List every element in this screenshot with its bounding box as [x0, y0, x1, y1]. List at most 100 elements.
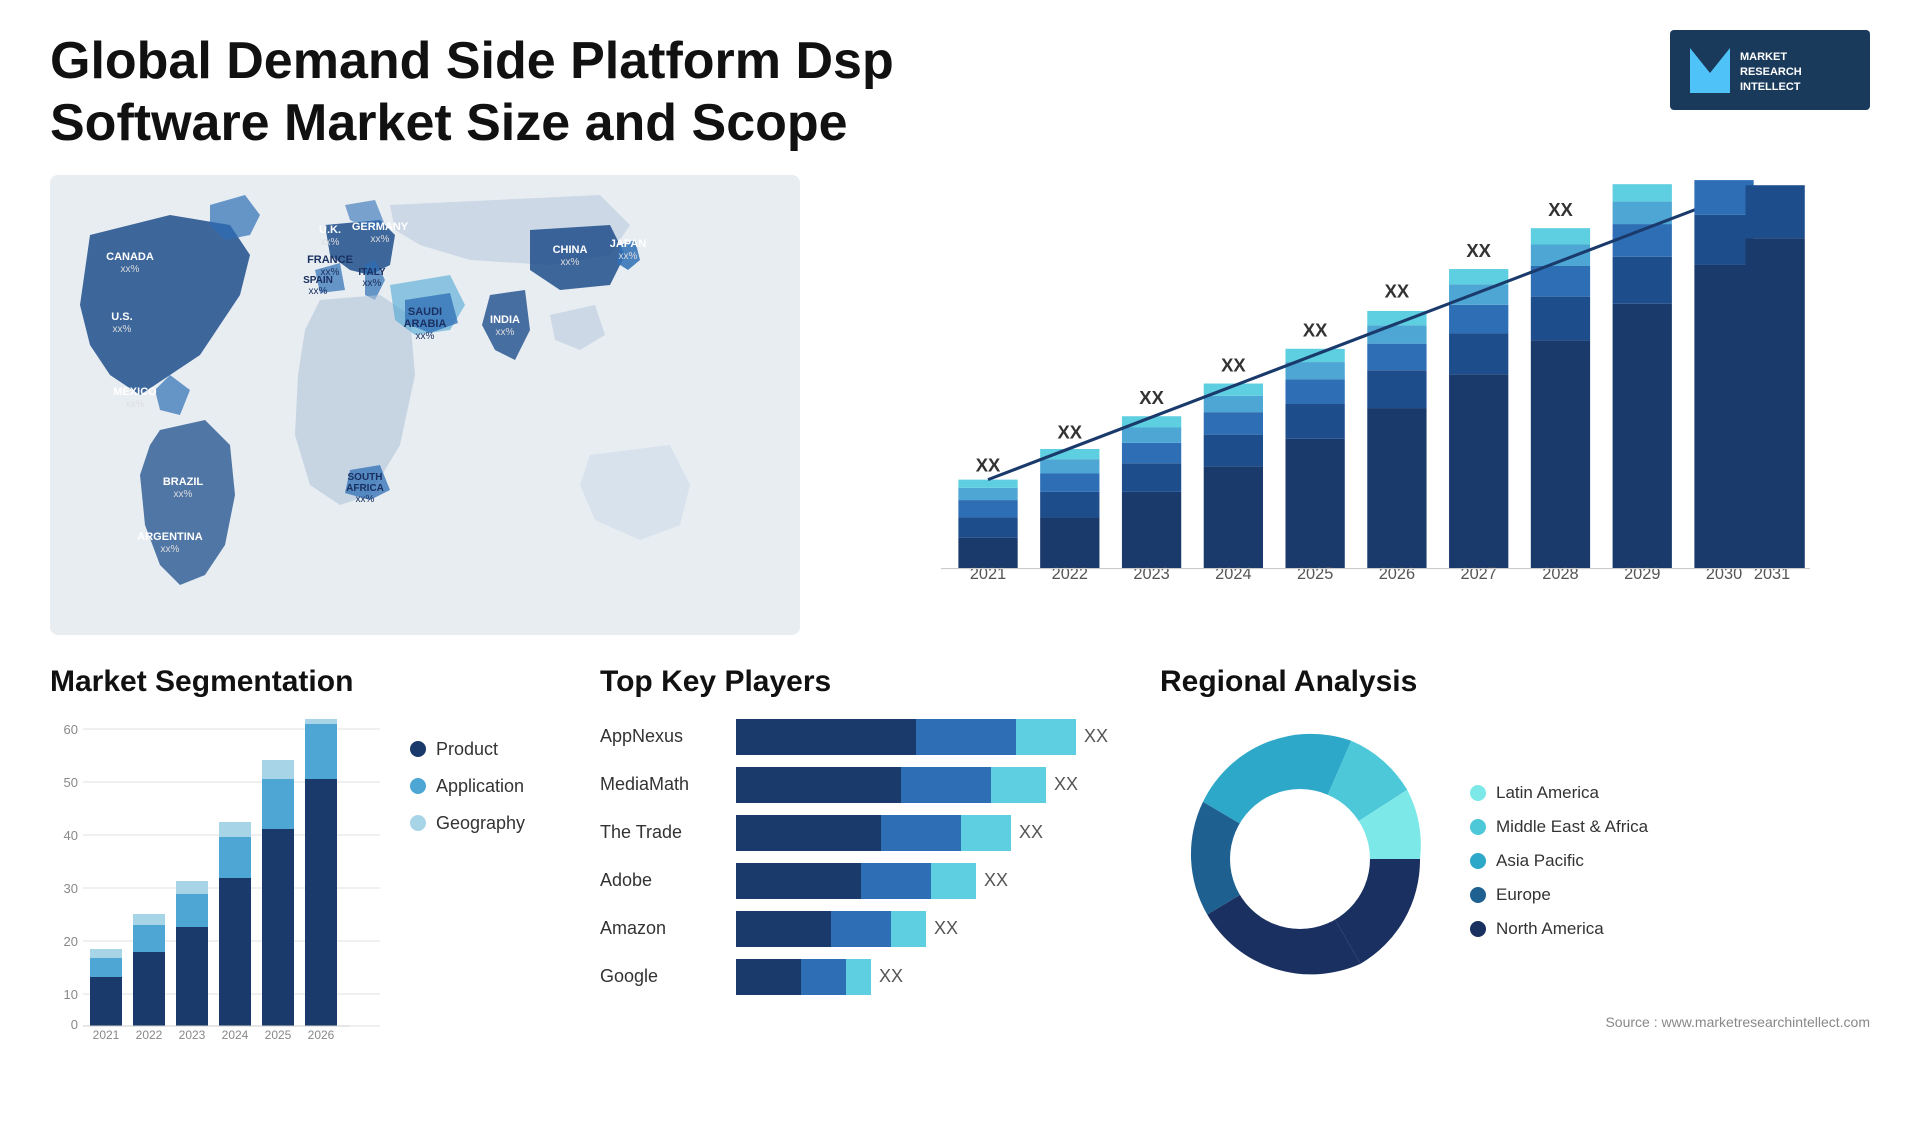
key-players-title: Top Key Players	[600, 665, 1130, 699]
bar-2025-seg3	[1285, 379, 1344, 404]
seg-chart-area: 60 50 40 30 20 10 0	[50, 719, 390, 1044]
player-xx-google: XX	[879, 966, 903, 987]
player-bar-amazon	[736, 911, 926, 947]
bar-2022-seg3	[1040, 473, 1099, 491]
bar-2026-seg2	[1367, 370, 1426, 408]
bar-seg3	[1016, 719, 1076, 755]
north-america-dot	[1470, 921, 1486, 937]
geography-label: Geography	[436, 813, 525, 834]
segmentation-title: Market Segmentation	[50, 665, 570, 699]
svg-text:FRANCE: FRANCE	[307, 254, 353, 266]
player-row-amazon: Amazon XX	[600, 911, 1130, 947]
reg-legend-latin-america: Latin America	[1470, 783, 1648, 803]
svg-text:xx%: xx%	[161, 544, 180, 555]
application-dot	[410, 778, 426, 794]
bar-2021-seg2	[958, 517, 1017, 537]
bar-2029-seg1	[1613, 304, 1672, 569]
donut-chart-area	[1160, 719, 1440, 1004]
product-dot	[410, 741, 426, 757]
bar-seg2	[861, 863, 931, 899]
player-xx-mediamath: XX	[1054, 774, 1078, 795]
mea-label: Middle East & Africa	[1496, 817, 1648, 837]
application-label: Application	[436, 776, 524, 797]
regional-title: Regional Analysis	[1160, 665, 1870, 699]
svg-text:xx%: xx%	[363, 278, 382, 289]
svg-text:xx%: xx%	[113, 324, 132, 335]
bar-seg3	[961, 815, 1011, 851]
svg-text:xx%: xx%	[126, 399, 145, 410]
player-xx-adobe: XX	[984, 870, 1008, 891]
bar-2023-seg1	[1122, 492, 1181, 569]
svg-text:BRAZIL: BRAZIL	[163, 476, 204, 488]
player-bar-adobe	[736, 863, 976, 899]
map-section: CANADA xx% U.S. xx% MEXICO xx% BRAZIL xx…	[50, 175, 800, 635]
legend-item-product: Product	[410, 739, 570, 760]
bar-2028-seg5	[1531, 228, 1590, 244]
svg-text:CHINA: CHINA	[553, 244, 588, 256]
player-row-thetrade: The Trade XX	[600, 815, 1130, 851]
player-bar-google	[736, 959, 871, 995]
donut-hole	[1230, 789, 1370, 929]
player-row-adobe: Adobe XX	[600, 863, 1130, 899]
svg-text:XX: XX	[1760, 175, 1790, 178]
svg-text:2023: 2023	[1133, 565, 1169, 583]
bottom-row: Market Segmentation 60 50 40 30 20 10 0	[50, 665, 1870, 1095]
svg-text:xx%: xx%	[561, 257, 580, 268]
svg-text:ARGENTINA: ARGENTINA	[137, 531, 202, 543]
player-xx-appnexus: XX	[1084, 726, 1108, 747]
svg-text:2026: 2026	[1379, 565, 1415, 583]
svg-text:2025: 2025	[265, 1028, 292, 1039]
latin-america-label: Latin America	[1496, 783, 1599, 803]
svg-text:XX: XX	[1548, 199, 1573, 220]
bar-2027-seg1	[1449, 374, 1508, 568]
player-xx-amazon: XX	[934, 918, 958, 939]
svg-text:xx%: xx%	[496, 327, 515, 338]
svg-text:SAUDI: SAUDI	[408, 306, 442, 318]
svg-text:xx%: xx%	[309, 286, 328, 297]
svg-text:xx%: xx%	[416, 331, 435, 342]
svg-text:2028: 2028	[1542, 565, 1578, 583]
europe-label: Europe	[1496, 885, 1551, 905]
legend-item-geography: Geography	[410, 813, 570, 834]
svg-text:2026: 2026	[308, 1028, 335, 1039]
svg-text:AFRICA: AFRICA	[346, 483, 384, 494]
bar-2022-seg2	[1040, 492, 1099, 518]
reg-legend-north-america: North America	[1470, 919, 1648, 939]
svg-text:XX: XX	[976, 454, 1001, 475]
svg-text:MARKET: MARKET	[1740, 51, 1787, 63]
reg-legend-europe: Europe	[1470, 885, 1648, 905]
bar-2021-seg5	[958, 479, 1017, 487]
svg-text:U.S.: U.S.	[111, 311, 132, 323]
svg-text:MEXICO: MEXICO	[113, 386, 157, 398]
svg-text:xx%: xx%	[619, 251, 638, 262]
bar-2031-seg1	[1745, 238, 1804, 568]
player-name-thetrade: The Trade	[600, 822, 720, 843]
bar-2029-seg2	[1613, 257, 1672, 304]
bar-2028-seg1	[1531, 340, 1590, 568]
svg-text:XX: XX	[1221, 354, 1246, 375]
svg-text:XX: XX	[1630, 175, 1655, 177]
svg-text:30: 30	[64, 881, 78, 896]
logo-svg: MARKET RESEARCH INTELLECT	[1680, 38, 1860, 103]
player-name-appnexus: AppNexus	[600, 726, 720, 747]
bar-2026-seg4	[1367, 325, 1426, 343]
svg-text:xx%: xx%	[371, 234, 390, 245]
player-bar-area-google: XX	[736, 959, 1130, 995]
bar-seg3	[931, 863, 976, 899]
europe-dot	[1470, 887, 1486, 903]
bar-2023-seg4	[1122, 427, 1181, 442]
bar-seg1	[736, 863, 861, 899]
legend-item-application: Application	[410, 776, 570, 797]
latin-america-dot	[1470, 785, 1486, 801]
segmentation-section: Market Segmentation 60 50 40 30 20 10 0	[50, 665, 570, 1095]
product-label: Product	[436, 739, 498, 760]
svg-text:2024: 2024	[222, 1028, 249, 1039]
player-row-google: Google XX	[600, 959, 1130, 995]
player-bar-area-appnexus: XX	[736, 719, 1130, 755]
bar-2021-seg3	[958, 500, 1017, 517]
svg-text:2021: 2021	[970, 565, 1006, 583]
bar-seg2	[801, 959, 846, 995]
svg-text:XX: XX	[1139, 387, 1164, 408]
bar-2031-seg2	[1745, 185, 1804, 238]
player-bar-area-mediamath: XX	[736, 767, 1130, 803]
